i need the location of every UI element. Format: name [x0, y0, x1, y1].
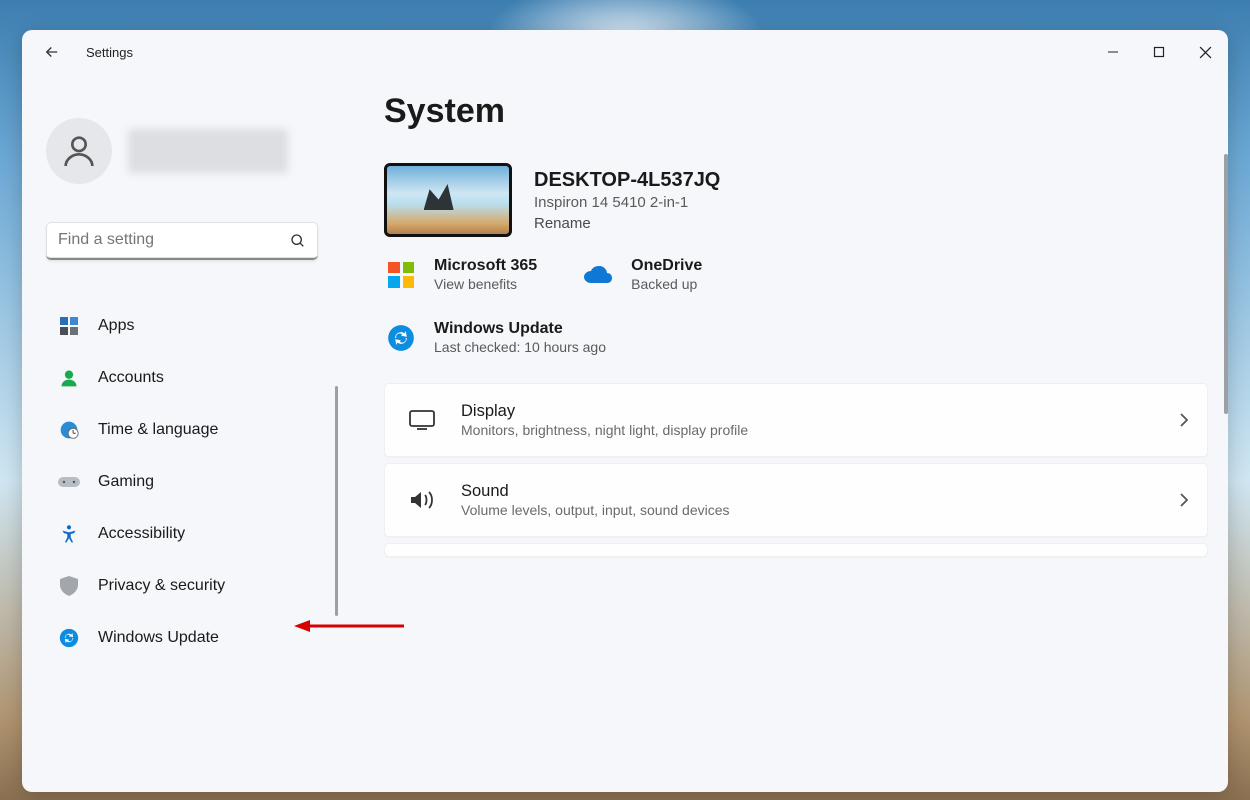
setting-partial[interactable]	[384, 543, 1208, 557]
sidebar-scrollbar[interactable]	[335, 386, 338, 616]
chevron-right-icon	[1179, 412, 1189, 428]
nav-label: Time & language	[98, 421, 218, 439]
tile-sub: Last checked: 10 hours ago	[434, 339, 606, 355]
tile-onedrive[interactable]: OneDrive Backed up	[581, 257, 702, 292]
windows-update-tile-icon	[384, 321, 418, 355]
accessibility-icon	[58, 523, 80, 545]
maximize-icon	[1153, 46, 1165, 58]
close-icon	[1199, 46, 1212, 59]
chevron-right-icon	[1179, 492, 1189, 508]
back-button[interactable]	[38, 38, 66, 66]
settings-window: Settings	[22, 30, 1228, 792]
gaming-icon	[58, 471, 80, 493]
person-icon	[59, 131, 99, 171]
setting-title: Sound	[461, 482, 730, 501]
tile-title: Microsoft 365	[434, 257, 537, 275]
main-scrollbar[interactable]	[1224, 154, 1228, 414]
tile-title: Windows Update	[434, 320, 606, 338]
nav-item-gaming[interactable]: Gaming	[46, 462, 326, 502]
device-name: DESKTOP-4L537JQ	[534, 169, 720, 192]
window-title: Settings	[86, 45, 133, 60]
nav-label: Gaming	[98, 473, 154, 491]
nav-item-accounts[interactable]: Accounts	[46, 358, 326, 398]
window-controls	[1090, 30, 1228, 74]
microsoft-365-icon	[384, 258, 418, 292]
close-button[interactable]	[1182, 30, 1228, 74]
apps-icon	[58, 315, 80, 337]
accounts-icon	[58, 367, 80, 389]
time-language-icon	[58, 419, 80, 441]
profile-section[interactable]	[46, 82, 338, 204]
info-tiles: Microsoft 365 View benefits OneDrive Bac…	[384, 257, 1208, 355]
settings-list: Display Monitors, brightness, night ligh…	[384, 383, 1208, 557]
nav-item-accessibility[interactable]: Accessibility	[46, 514, 326, 554]
tile-sub: Backed up	[631, 276, 702, 292]
search-icon	[290, 233, 306, 249]
sound-icon	[407, 485, 437, 515]
windows-update-icon	[58, 627, 80, 649]
tile-sub: View benefits	[434, 276, 537, 292]
search-input[interactable]	[46, 222, 318, 260]
minimize-button[interactable]	[1090, 30, 1136, 74]
avatar	[46, 118, 112, 184]
nav-item-time-language[interactable]: Time & language	[46, 410, 326, 450]
privacy-security-icon	[58, 575, 80, 597]
setting-sound[interactable]: Sound Volume levels, output, input, soun…	[384, 463, 1208, 537]
setting-sub: Monitors, brightness, night light, displ…	[461, 422, 748, 438]
tile-windows-update[interactable]: Windows Update Last checked: 10 hours ag…	[384, 320, 1208, 355]
setting-sub: Volume levels, output, input, sound devi…	[461, 502, 730, 518]
setting-display[interactable]: Display Monitors, brightness, night ligh…	[384, 383, 1208, 457]
minimize-icon	[1107, 46, 1119, 58]
profile-name-redacted	[128, 129, 288, 173]
nav-item-windows-update[interactable]: Windows Update	[46, 618, 326, 658]
onedrive-icon	[581, 258, 615, 292]
titlebar: Settings	[22, 30, 1228, 74]
nav-label: Accounts	[98, 369, 164, 387]
nav-item-privacy-security[interactable]: Privacy & security	[46, 566, 326, 606]
rename-link[interactable]: Rename	[534, 215, 720, 232]
nav-label: Apps	[98, 317, 134, 335]
maximize-button[interactable]	[1136, 30, 1182, 74]
setting-title: Display	[461, 402, 748, 421]
nav-item-apps[interactable]: Apps	[46, 306, 326, 346]
search-box[interactable]	[46, 222, 318, 260]
display-icon	[407, 405, 437, 435]
tile-title: OneDrive	[631, 257, 702, 275]
device-info-row: DESKTOP-4L537JQ Inspiron 14 5410 2-in-1 …	[384, 163, 1208, 237]
nav-label: Windows Update	[98, 629, 219, 647]
tile-microsoft-365[interactable]: Microsoft 365 View benefits	[384, 257, 537, 292]
page-title: System	[384, 92, 1208, 131]
back-arrow-icon	[43, 43, 61, 61]
device-thumbnail[interactable]	[384, 163, 512, 237]
device-model: Inspiron 14 5410 2-in-1	[534, 194, 720, 211]
nav-label: Accessibility	[98, 525, 185, 543]
sidebar: Apps Accounts Time & language	[22, 74, 342, 792]
main-content: System DESKTOP-4L537JQ Inspiron 14 5410 …	[342, 74, 1228, 792]
nav-list: Apps Accounts Time & language	[46, 306, 338, 670]
nav-label: Privacy & security	[98, 577, 225, 595]
